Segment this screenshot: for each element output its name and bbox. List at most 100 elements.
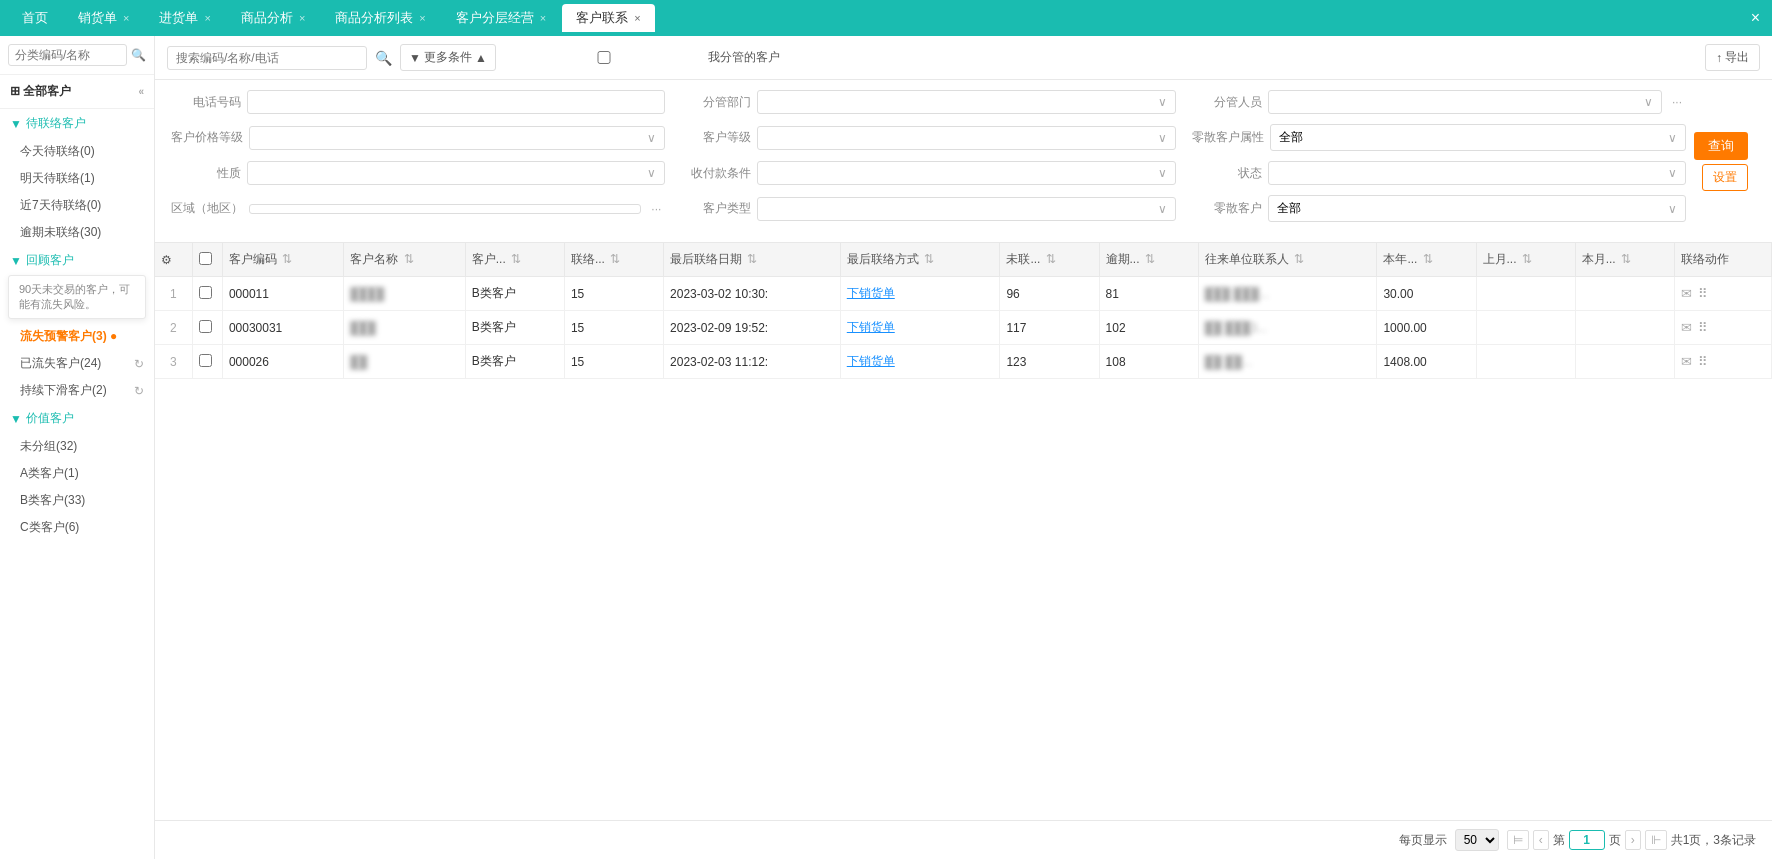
customer-level-select[interactable]: ∨ xyxy=(757,126,1175,150)
action-contact-icon[interactable]: ✉ xyxy=(1681,354,1692,369)
filter-gender: 性质 ∨ xyxy=(171,161,665,185)
contact-col-header[interactable]: 联络... ⇅ xyxy=(564,243,663,277)
prev-page-btn[interactable]: ‹ xyxy=(1533,830,1549,850)
tab-close-sales[interactable]: × xyxy=(123,12,129,24)
row-last-method-0[interactable]: 下销货单 xyxy=(840,277,1000,311)
action-contact-icon[interactable]: ✉ xyxy=(1681,320,1692,335)
tab-goods-list[interactable]: 商品分析列表× xyxy=(321,4,439,32)
checkbox-col-header[interactable] xyxy=(192,243,222,277)
close-all-icon[interactable]: × xyxy=(1751,9,1760,27)
this-year-col-header[interactable]: 本年... ⇅ xyxy=(1377,243,1476,277)
action-more-icon[interactable]: ⠿ xyxy=(1698,320,1708,335)
sidebar-item-2-3[interactable]: C类客户(6) xyxy=(0,514,154,541)
action-more-icon[interactable]: ⠿ xyxy=(1698,354,1708,369)
region-label: 区域（地区） xyxy=(171,200,243,217)
query-button[interactable]: 查询 xyxy=(1694,132,1748,160)
tab-close-purchase[interactable]: × xyxy=(204,12,210,24)
phone-input[interactable] xyxy=(247,90,665,114)
not-contacted-col-header[interactable]: 未联... ⇅ xyxy=(1000,243,1099,277)
price-level-select[interactable]: ∨ xyxy=(249,126,665,150)
row-checkbox-2[interactable] xyxy=(192,345,222,379)
tab-purchase[interactable]: 进货单× xyxy=(145,4,224,32)
sidebar-item-0-1[interactable]: 明天待联络(1) xyxy=(0,165,154,192)
this-month-col-header[interactable]: 本月... ⇅ xyxy=(1575,243,1674,277)
filter-row-1: 电话号码 分管部门 ∨ 分管人员 xyxy=(171,90,1686,114)
region-more-btn[interactable]: ··· xyxy=(647,202,665,216)
first-page-btn[interactable]: ⊨ xyxy=(1507,830,1529,850)
row-checkbox-0[interactable] xyxy=(192,277,222,311)
zero-attr-select[interactable]: 全部 ∨ xyxy=(1270,124,1686,151)
sidebar-item-1-1[interactable]: 已流失客户(24)↻ xyxy=(0,350,154,377)
more-conditions-btn[interactable]: ▼ 更多条件 ▲ xyxy=(400,44,496,71)
sidebar-item-0-2[interactable]: 近7天待联络(0) xyxy=(0,192,154,219)
my-customers-checkbox[interactable]: 我分管的客户 xyxy=(504,49,780,66)
sidebar-item-0-3[interactable]: 逾期未联络(30) xyxy=(0,219,154,246)
page-input[interactable] xyxy=(1569,830,1605,850)
row-contact-1: 15 xyxy=(564,311,663,345)
manager-more-btn[interactable]: ··· xyxy=(1668,95,1686,109)
tab-close-goods-list[interactable]: × xyxy=(419,12,425,24)
search-icon[interactable]: 🔍 xyxy=(375,50,392,66)
sidebar-search-icon[interactable]: 🔍 xyxy=(131,48,146,62)
search-input[interactable] xyxy=(167,46,367,70)
row-overdue-1: 102 xyxy=(1099,311,1198,345)
sidebar-item-2-1[interactable]: A类客户(1) xyxy=(0,460,154,487)
my-customers-check[interactable] xyxy=(504,51,704,64)
tab-close-goods-analysis[interactable]: × xyxy=(299,12,305,24)
settings-button[interactable]: 设置 xyxy=(1702,164,1748,191)
settings-col-header[interactable]: ⚙ xyxy=(155,243,192,277)
gender-chevron-icon: ∨ xyxy=(647,166,656,180)
region-select[interactable] xyxy=(249,204,641,214)
sidebar-tooltip-1: 90天未交易的客户，可能有流失风险。 xyxy=(8,275,146,319)
more-conditions-label: 更多条件 xyxy=(424,49,472,66)
sidebar-item-1-0[interactable]: 流失预警客户(3) ● xyxy=(0,323,154,350)
last-date-col-header[interactable]: 最后联络日期 ⇅ xyxy=(664,243,841,277)
sidebar-group-title-2[interactable]: ▼价值客户 xyxy=(0,404,154,433)
tab-close-customer-tier[interactable]: × xyxy=(540,12,546,24)
sidebar-item-0-0[interactable]: 今天待联络(0) xyxy=(0,138,154,165)
customer-level-chevron-icon: ∨ xyxy=(1158,131,1167,145)
per-page-select[interactable]: 50 xyxy=(1455,829,1499,851)
tab-close-customer-contact[interactable]: × xyxy=(634,12,640,24)
tab-goods-analysis[interactable]: 商品分析× xyxy=(227,4,319,32)
export-btn[interactable]: ↑ 导出 xyxy=(1705,44,1760,71)
row-num-0: 1 xyxy=(155,277,192,311)
sidebar-collapse-icon[interactable]: « xyxy=(138,86,144,97)
overdue-col-header[interactable]: 逾期... ⇅ xyxy=(1099,243,1198,277)
last-page-btn[interactable]: ⊩ xyxy=(1645,830,1667,850)
dept-select[interactable]: ∨ xyxy=(757,90,1175,114)
payment-select[interactable]: ∨ xyxy=(757,161,1175,185)
action-more-icon[interactable]: ⠿ xyxy=(1698,286,1708,301)
tab-customer-tier[interactable]: 客户分层经营× xyxy=(442,4,560,32)
select-all-checkbox[interactable] xyxy=(199,252,212,265)
next-page-btn[interactable]: › xyxy=(1625,830,1641,850)
sidebar-group-title-1[interactable]: ▼回顾客户 xyxy=(0,246,154,275)
zero-customer-select[interactable]: 全部 ∨ xyxy=(1268,195,1686,222)
sidebar-item-1-2[interactable]: 持续下滑客户(2)↻ xyxy=(0,377,154,404)
tab-sales[interactable]: 销货单× xyxy=(64,4,143,32)
action-contact-icon[interactable]: ✉ xyxy=(1681,286,1692,301)
sidebar-groups-container: ▼待联络客户今天待联络(0)明天待联络(1)近7天待联络(0)逾期未联络(30)… xyxy=(0,109,154,541)
status-label: 状态 xyxy=(1192,165,1262,182)
sidebar-item-2-0[interactable]: 未分组(32) xyxy=(0,433,154,460)
type-col-header[interactable]: 客户... ⇅ xyxy=(465,243,564,277)
row-last-method-1[interactable]: 下销货单 xyxy=(840,311,1000,345)
manager-select[interactable]: ∨ xyxy=(1268,90,1662,114)
table-body: 1 000011 ████ B类客户 15 2023-03-02 10:30: … xyxy=(155,277,1772,379)
last-month-col-header[interactable]: 上月... ⇅ xyxy=(1476,243,1575,277)
sidebar-all-customers[interactable]: ⊞ 全部客户 « xyxy=(0,75,154,109)
sidebar-item-2-2[interactable]: B类客户(33) xyxy=(0,487,154,514)
name-col-header[interactable]: 客户名称 ⇅ xyxy=(344,243,465,277)
row-checkbox-1[interactable] xyxy=(192,311,222,345)
last-method-col-header[interactable]: 最后联络方式 ⇅ xyxy=(840,243,1000,277)
code-col-header[interactable]: 客户编码 ⇅ xyxy=(222,243,343,277)
tab-customer-contact[interactable]: 客户联系× xyxy=(562,4,654,32)
contacts-col-header[interactable]: 往来单位联系人 ⇅ xyxy=(1198,243,1377,277)
sidebar-group-title-0[interactable]: ▼待联络客户 xyxy=(0,109,154,138)
gender-select[interactable]: ∨ xyxy=(247,161,665,185)
row-last-method-2[interactable]: 下销货单 xyxy=(840,345,1000,379)
customer-type-select[interactable]: ∨ xyxy=(757,197,1175,221)
sidebar-search-input[interactable] xyxy=(8,44,127,66)
status-select[interactable]: ∨ xyxy=(1268,161,1686,185)
tab-home[interactable]: 首页 xyxy=(8,4,62,32)
